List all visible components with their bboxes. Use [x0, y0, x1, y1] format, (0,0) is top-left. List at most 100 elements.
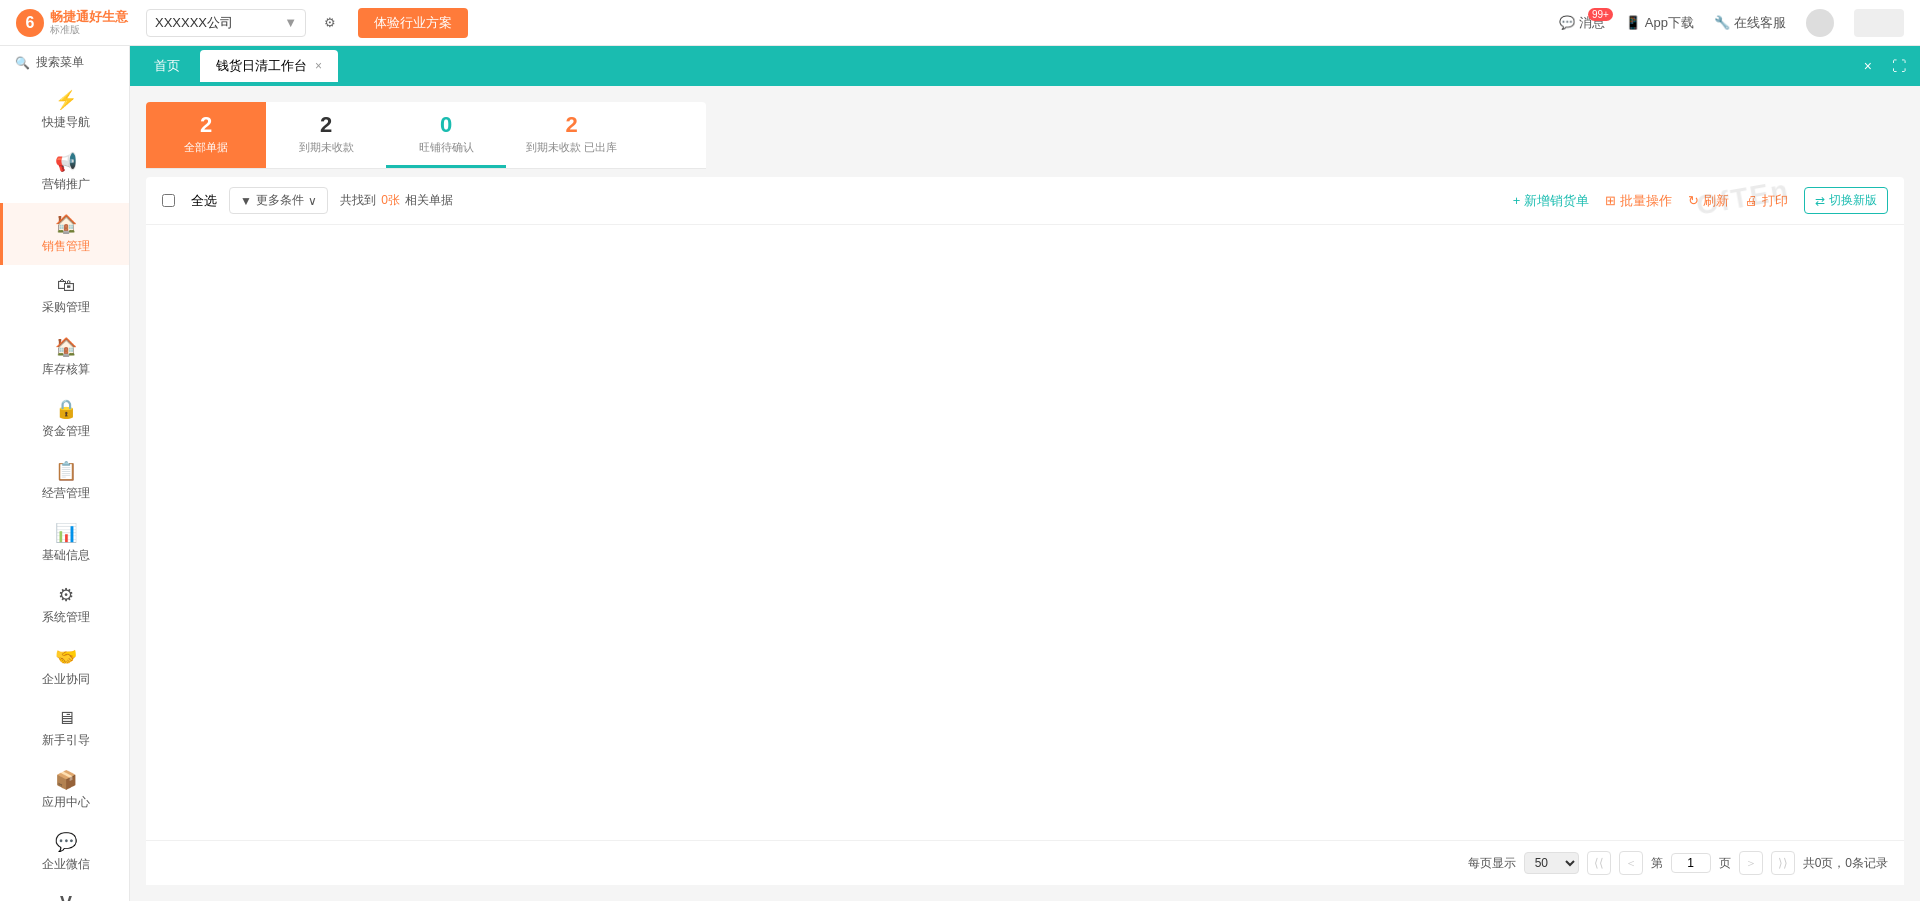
page-size-label: 每页显示	[1468, 855, 1516, 872]
stat-tab-shipped[interactable]: 2 到期未收款 已出库	[506, 102, 637, 168]
app-icon: 📱	[1625, 15, 1641, 30]
stat-num-all: 2	[200, 112, 212, 138]
tab-close-btn[interactable]: ×	[315, 59, 322, 73]
search-menu-btn[interactable]: 🔍 搜索菜单	[0, 46, 129, 79]
search-menu-label: 搜索菜单	[36, 54, 84, 71]
sidebar: 🔍 搜索菜单 ⚡ 快捷导航 📢 营销推广 🏠 销售管理 🛍 采购管理 🏠 库存核…	[0, 46, 130, 901]
page-prev-btn[interactable]: ＜	[1619, 851, 1643, 875]
sidebar-item-inventory[interactable]: 🏠 库存核算	[0, 326, 129, 388]
user-menu[interactable]	[1854, 9, 1904, 37]
window-controls: × ⛶	[1858, 56, 1912, 76]
window-maximize-btn[interactable]: ⛶	[1886, 56, 1912, 76]
stat-tab-all[interactable]: 2 全部单据	[146, 102, 266, 168]
switch-version-btn[interactable]: ⇄ 切换新版	[1804, 187, 1888, 214]
sidebar-item-label: 快捷导航	[42, 114, 90, 131]
sidebar-item-appstore[interactable]: 📦 应用中心	[0, 759, 129, 821]
system-icon: ⚙	[58, 584, 74, 606]
stat-tab-pending[interactable]: 0 旺铺待确认	[386, 102, 506, 168]
tab-work-platform[interactable]: 钱货日清工作台 ×	[200, 50, 338, 82]
sidebar-item-label: 采购管理	[42, 299, 90, 316]
app-download-btn[interactable]: 📱 App下载	[1625, 14, 1694, 32]
stats-tabs: 2 全部单据 2 到期未收款 0 旺铺待确认 2 到期未收款 已出库	[146, 102, 706, 169]
search-icon: 🔍	[15, 56, 30, 70]
sidebar-item-label: 应用中心	[42, 794, 90, 811]
sidebar-item-basic[interactable]: 📊 基础信息	[0, 512, 129, 574]
wechat-icon: 💬	[55, 831, 77, 853]
sidebar-item-quick-nav[interactable]: ⚡ 快捷导航	[0, 79, 129, 141]
tab-bar: 首页 钱货日清工作台 × × ⛶	[130, 46, 1920, 86]
company-name: XXXXXX公司	[155, 14, 233, 32]
message-btn[interactable]: 💬 消息 99+	[1559, 14, 1605, 32]
sidebar-item-guide[interactable]: 🖥 新手引导	[0, 698, 129, 759]
toolbar-right: + 新增销货单 ⊞ 批量操作 ↻ 刷新 🖨 打印 ⇄	[1513, 187, 1888, 214]
switch-label: 切换新版	[1829, 192, 1877, 209]
member-icon: V	[60, 893, 72, 901]
page-label-suffix: 页	[1719, 855, 1731, 872]
cooperation-icon: 🤝	[55, 646, 77, 668]
avatar[interactable]	[1806, 9, 1834, 37]
window-close-btn[interactable]: ×	[1858, 56, 1878, 76]
chevron-down-icon: ▼	[284, 15, 297, 30]
company-selector[interactable]: XXXXXX公司 ▼	[146, 9, 306, 37]
page-number-input[interactable]	[1671, 853, 1711, 873]
sidebar-item-member[interactable]: V 畅会员	[0, 883, 129, 901]
stat-num-overdue: 2	[320, 112, 332, 138]
appstore-icon: 📦	[55, 769, 77, 791]
sidebar-item-cooperation[interactable]: 🤝 企业协同	[0, 636, 129, 698]
sidebar-item-label: 营销推广	[42, 176, 90, 193]
select-all-checkbox[interactable]	[162, 194, 175, 207]
stat-label-shipped: 到期未收款 已出库	[526, 140, 617, 155]
sidebar-item-label: 企业协同	[42, 671, 90, 688]
main-layout: 🔍 搜索菜单 ⚡ 快捷导航 📢 营销推广 🏠 销售管理 🛍 采购管理 🏠 库存核…	[0, 46, 1920, 901]
app-download-label: App下载	[1645, 14, 1694, 32]
quick-nav-icon: ⚡	[55, 89, 77, 111]
more-filter-btn[interactable]: ▼ 更多条件 ∨	[229, 187, 328, 214]
add-sales-order-btn[interactable]: + 新增销货单	[1513, 192, 1589, 210]
page-size-select[interactable]: 50 100	[1524, 852, 1579, 874]
sidebar-item-purchase[interactable]: 🛍 采购管理	[0, 265, 129, 326]
message-badge: 99+	[1588, 8, 1613, 21]
page-label-prefix: 第	[1651, 855, 1663, 872]
total-label: 共0页，0条记录	[1803, 855, 1888, 872]
print-label: 打印	[1762, 192, 1788, 210]
refresh-icon: ↻	[1688, 193, 1699, 208]
stat-num-shipped: 2	[565, 112, 577, 138]
refresh-label: 刷新	[1703, 192, 1729, 210]
page-next-btn[interactable]: ＞	[1739, 851, 1763, 875]
message-icon: 💬	[1559, 15, 1575, 30]
print-btn[interactable]: 🖨 打印	[1745, 192, 1788, 210]
tab-home[interactable]: 首页	[138, 51, 196, 81]
switch-icon: ⇄	[1815, 194, 1825, 208]
logo-area: 6 畅捷通好生意 标准版	[16, 9, 146, 37]
guide-icon: 🖥	[57, 708, 75, 729]
result-count: 0张	[381, 193, 400, 207]
select-all-label: 全选	[191, 192, 217, 210]
filter-label: 更多条件	[256, 192, 304, 209]
sidebar-item-operation[interactable]: 📋 经营管理	[0, 450, 129, 512]
result-prefix: 共找到	[340, 193, 376, 207]
finance-icon: 🔒	[55, 398, 77, 420]
sidebar-item-label: 企业微信	[42, 856, 90, 873]
sidebar-item-label: 经营管理	[42, 485, 90, 502]
refresh-btn[interactable]: ↻ 刷新	[1688, 192, 1729, 210]
stat-label-overdue: 到期未收款	[299, 140, 354, 155]
batch-operation-btn[interactable]: ⊞ 批量操作	[1605, 192, 1672, 210]
logo-text: 畅捷通好生意 标准版	[50, 9, 128, 37]
stat-tab-overdue[interactable]: 2 到期未收款	[266, 102, 386, 168]
chevron-icon: ∨	[308, 194, 317, 208]
sidebar-item-system[interactable]: ⚙ 系统管理	[0, 574, 129, 636]
page-last-btn[interactable]: ⟩⟩	[1771, 851, 1795, 875]
settings-icon[interactable]: ⚙	[314, 7, 346, 39]
content-area: 2 全部单据 2 到期未收款 0 旺铺待确认 2 到期未收款 已出库	[130, 86, 1920, 901]
sidebar-item-wechat[interactable]: 💬 企业微信	[0, 821, 129, 883]
page-first-btn[interactable]: ⟨⟨	[1587, 851, 1611, 875]
sidebar-item-label: 库存核算	[42, 361, 90, 378]
basic-icon: 📊	[55, 522, 77, 544]
pagination: 每页显示 50 100 ⟨⟨ ＜ 第 页 ＞ ⟩⟩ 共0页，0条记录	[146, 840, 1904, 885]
result-suffix: 相关单据	[405, 193, 453, 207]
trial-button[interactable]: 体验行业方案	[358, 8, 468, 38]
sidebar-item-marketing[interactable]: 📢 营销推广	[0, 141, 129, 203]
online-service-btn[interactable]: 🔧 在线客服	[1714, 14, 1786, 32]
sidebar-item-finance[interactable]: 🔒 资金管理	[0, 388, 129, 450]
sidebar-item-sales[interactable]: 🏠 销售管理	[0, 203, 129, 265]
